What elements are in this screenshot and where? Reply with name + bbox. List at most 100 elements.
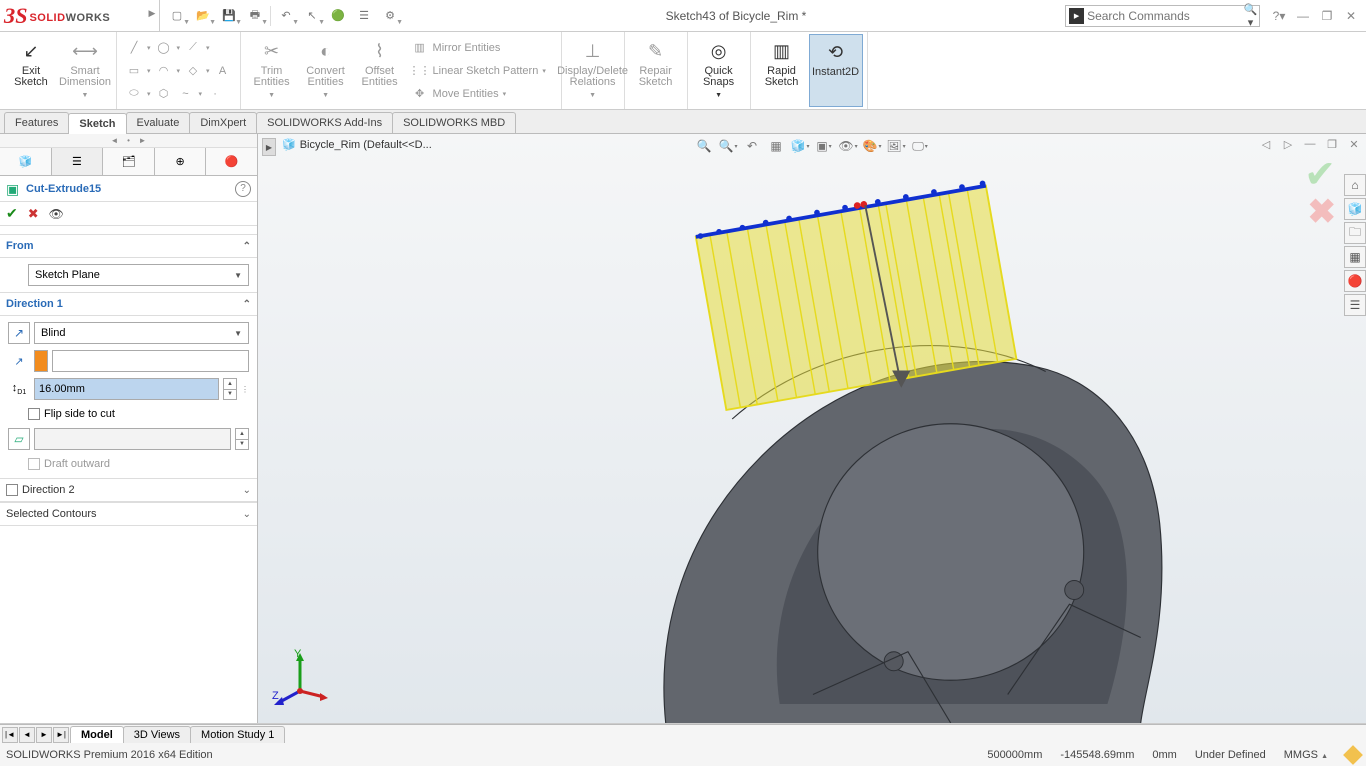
- tab-mbd[interactable]: SOLIDWORKS MBD: [392, 112, 516, 133]
- rapid-sketch-icon: ▥: [769, 38, 795, 64]
- status-units[interactable]: MMGS ▲: [1284, 749, 1328, 761]
- config-tab[interactable]: 🗂: [103, 148, 155, 175]
- feature-name: Cut-Extrude15: [26, 183, 101, 195]
- bottom-tab-3dviews[interactable]: 3D Views: [123, 726, 191, 743]
- tab-last-icon[interactable]: ►|: [53, 727, 69, 743]
- exit-sketch-icon: ↙: [18, 38, 44, 64]
- repair-sketch-button[interactable]: ✎Repair Sketch: [629, 34, 683, 107]
- logo-expand-icon[interactable]: ▶: [147, 8, 157, 19]
- convert-entities-button[interactable]: ◐Convert Entities▼: [299, 34, 353, 107]
- bottom-tab-motion[interactable]: Motion Study 1: [190, 726, 285, 743]
- print-icon[interactable]: 🖶▼: [242, 3, 268, 29]
- ribbon: ↙ Exit Sketch ⟷ Smart Dimension ▼ ╱▾◯▾⟋▾…: [0, 32, 1366, 110]
- quick-snaps-button[interactable]: ◎Quick Snaps▼: [692, 34, 746, 107]
- tab-next-icon[interactable]: ►: [36, 727, 52, 743]
- trim-icon: ✂: [259, 38, 285, 64]
- preview-icon[interactable]: 👁: [49, 207, 64, 221]
- repair-icon: ✎: [643, 38, 669, 64]
- select-icon[interactable]: ↖▼: [299, 3, 325, 29]
- status-edition: SOLIDWORKS Premium 2016 x64 Edition: [6, 749, 213, 761]
- status-coord-x: 500000mm: [987, 749, 1042, 761]
- tab-prev-icon[interactable]: ◄: [19, 727, 35, 743]
- tab-dimxpert[interactable]: DimXpert: [189, 112, 257, 133]
- search-icon[interactable]: 🔍▾: [1242, 3, 1259, 29]
- new-icon[interactable]: ▢▼: [164, 3, 190, 29]
- relations-icon: ⊥: [580, 38, 606, 64]
- accept-icon[interactable]: ✔: [6, 205, 18, 222]
- tab-features[interactable]: Features: [4, 112, 69, 133]
- direction-vector-input[interactable]: [52, 350, 249, 372]
- rebuild-icon[interactable]: 🟢: [325, 3, 351, 29]
- reverse-direction-button[interactable]: ↗: [8, 322, 30, 344]
- instant2d-button[interactable]: ⟲Instant2D: [809, 34, 863, 107]
- dir2-enable-checkbox[interactable]: [6, 484, 18, 496]
- cancel-icon[interactable]: ✖: [28, 206, 39, 222]
- nav-next-icon[interactable]: ►: [138, 136, 148, 146]
- help-icon[interactable]: ?▾: [1270, 7, 1288, 25]
- display-tab[interactable]: 🔴: [206, 148, 257, 175]
- orientation-triad[interactable]: Y Z: [270, 649, 330, 709]
- model-view: [258, 134, 1366, 723]
- depth-input[interactable]: [34, 378, 219, 400]
- end-condition-select[interactable]: Blind▼: [34, 322, 249, 344]
- nav-prev-icon[interactable]: ◄: [110, 136, 120, 146]
- command-search-input[interactable]: [1087, 9, 1242, 23]
- section-direction2[interactable]: Direction 2⌄: [0, 478, 257, 502]
- tab-first-icon[interactable]: |◄: [2, 727, 18, 743]
- command-manager-tabs: Features Sketch Evaluate DimXpert SOLIDW…: [0, 110, 1366, 134]
- restore-icon[interactable]: ❐: [1318, 7, 1336, 25]
- bottom-tabs: |◄ ◄ ► ►| Model 3D Views Motion Study 1: [0, 724, 1366, 744]
- exit-sketch-button[interactable]: ↙ Exit Sketch: [4, 34, 58, 107]
- offset-icon: ⌇: [367, 38, 393, 64]
- slot-tool[interactable]: ⬭▾⬡~▾·: [123, 83, 234, 105]
- draft-button[interactable]: ▱: [8, 428, 30, 450]
- draft-angle-input[interactable]: [34, 428, 231, 450]
- search-run-icon: [1069, 8, 1084, 24]
- tab-sketch[interactable]: Sketch: [68, 113, 126, 134]
- display-relations-button[interactable]: ⊥Display/Delete Relations▼: [566, 34, 620, 107]
- close-icon[interactable]: ✕: [1342, 7, 1360, 25]
- mirror-entities[interactable]: ▥Mirror Entities: [409, 37, 555, 59]
- depth-spinner[interactable]: ▲▼: [223, 378, 237, 400]
- section-from[interactable]: From⌃: [0, 234, 257, 258]
- open-icon[interactable]: 📂▼: [190, 3, 216, 29]
- status-coord-y: -145548.69mm: [1060, 749, 1134, 761]
- rect-tool[interactable]: ▭▾◠▾◇▾A: [123, 60, 234, 82]
- line-tool[interactable]: ╱▾◯▾⟋▾: [123, 37, 234, 59]
- undo-icon[interactable]: ↶▼: [273, 3, 299, 29]
- direction-swatch: [34, 350, 48, 372]
- tab-addins[interactable]: SOLIDWORKS Add-Ins: [256, 112, 393, 133]
- trim-entities-button[interactable]: ✂Trim Entities▼: [245, 34, 299, 107]
- tab-evaluate[interactable]: Evaluate: [126, 112, 191, 133]
- options-list-icon[interactable]: ☰: [351, 3, 377, 29]
- section-selected-contours[interactable]: Selected Contours⌄: [0, 502, 257, 526]
- quick-access-toolbar: ▢▼ 📂▼ 💾▼ 🖶▼ ↶▼ ↖▼ 🟢 ☰ ⚙▼: [160, 3, 407, 29]
- feature-tree-tab[interactable]: 🧊: [0, 148, 52, 175]
- flip-side-checkbox[interactable]: Flip side to cut: [8, 406, 249, 422]
- rapid-sketch-button[interactable]: ▥Rapid Sketch: [755, 34, 809, 107]
- dimxpert-tab[interactable]: ⊕: [155, 148, 207, 175]
- help-badge-icon[interactable]: ?: [235, 181, 251, 197]
- smart-dimension-button[interactable]: ⟷ Smart Dimension ▼: [58, 34, 112, 107]
- move-entities[interactable]: ✥Move Entities▾: [409, 83, 555, 105]
- draft-outward-checkbox: Draft outward: [8, 456, 249, 472]
- feature-title: ▣ Cut-Extrude15 ?: [0, 176, 257, 202]
- status-warning-icon[interactable]: [1343, 745, 1363, 765]
- depth-steps-icon[interactable]: ⋮: [241, 385, 249, 394]
- command-search[interactable]: 🔍▾: [1065, 5, 1260, 27]
- save-icon[interactable]: 💾▼: [216, 3, 242, 29]
- settings-icon[interactable]: ⚙▼: [377, 3, 403, 29]
- draft-spinner[interactable]: ▲▼: [235, 428, 249, 450]
- offset-entities-button[interactable]: ⌇Offset Entities: [353, 34, 407, 107]
- minimize-icon[interactable]: —: [1294, 7, 1312, 25]
- direction-arrow-icon: ↗: [8, 355, 30, 368]
- bottom-tab-model[interactable]: Model: [70, 726, 124, 743]
- property-tab[interactable]: ☰: [52, 148, 104, 175]
- section-direction1[interactable]: Direction 1⌃: [0, 292, 257, 316]
- graphics-area[interactable]: ▶ 🧊Bicycle_Rim (Default<<D... 🔍 🔍▾ ↶ ▦ 🧊…: [258, 134, 1366, 723]
- panel-nav: ◄ • ►: [0, 134, 257, 148]
- app-logo[interactable]: ЗS SOLIDWORKS ▶: [0, 0, 160, 32]
- from-select[interactable]: Sketch Plane▼: [28, 264, 249, 286]
- svg-text:Z: Z: [272, 690, 279, 702]
- linear-pattern[interactable]: ⋮⋮Linear Sketch Pattern▾: [409, 60, 555, 82]
